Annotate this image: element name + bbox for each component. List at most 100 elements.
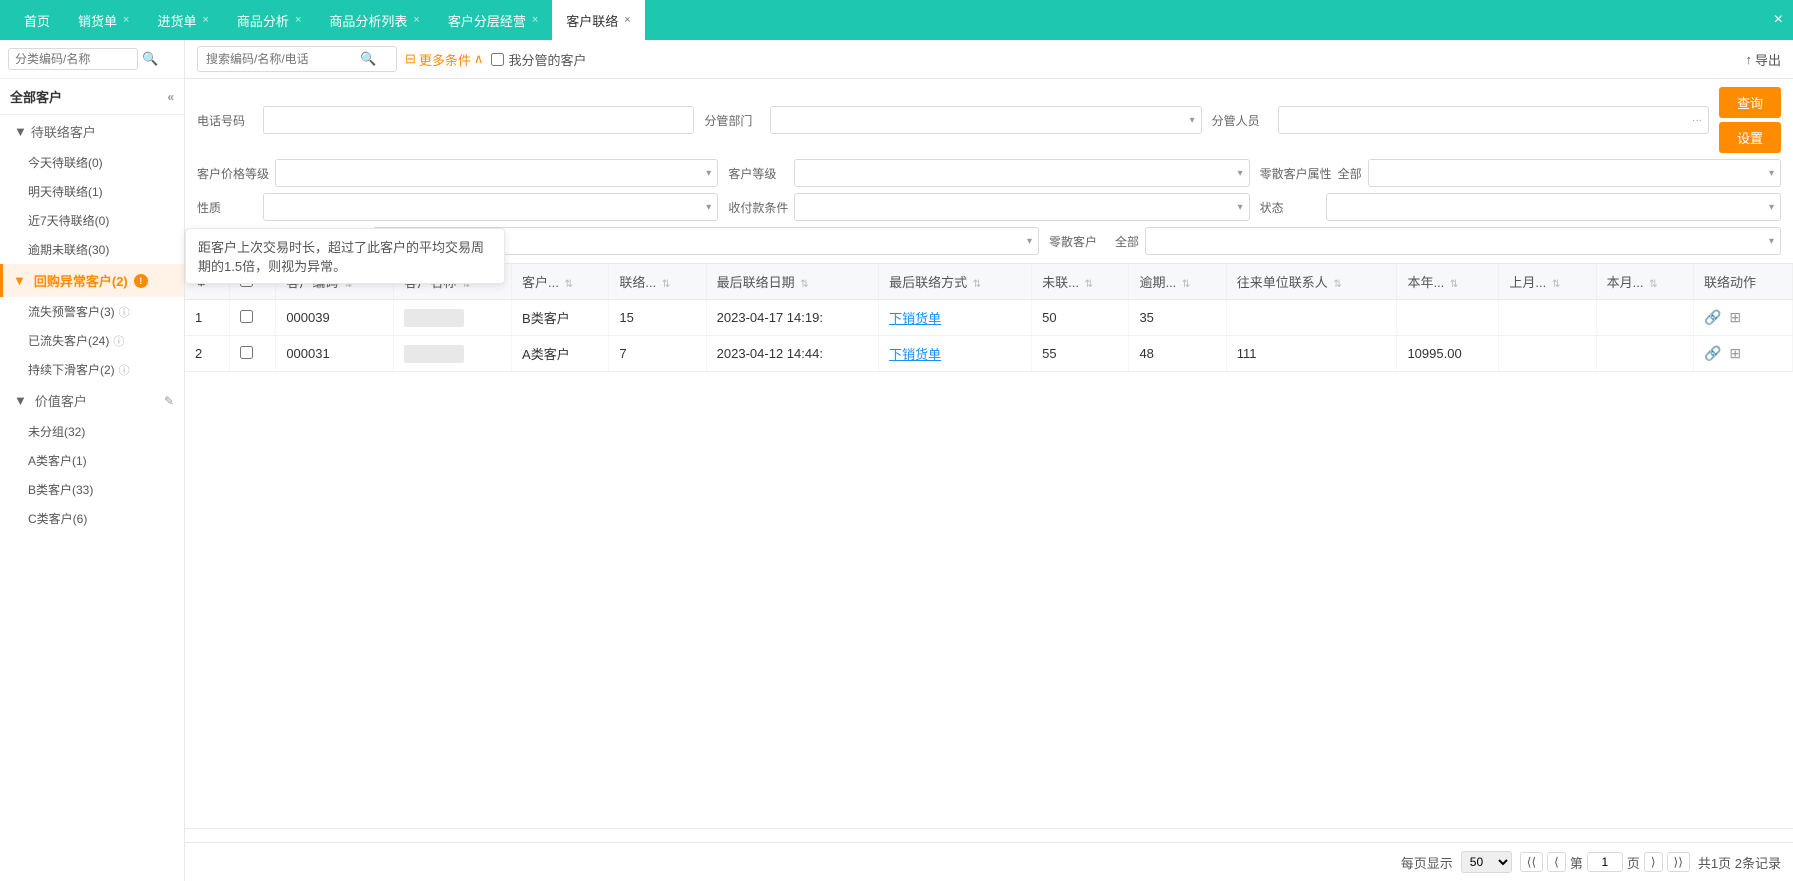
chevron-down-icon: ▾ — [706, 202, 711, 213]
sidebar-item-b-class[interactable]: B类客户(33) — [0, 475, 184, 504]
query-button[interactable]: 查询 — [1719, 87, 1781, 118]
close-icon[interactable]: × — [413, 14, 419, 26]
sidebar-section-value-customers[interactable]: ▼ 价值客户 ✎ — [0, 384, 184, 417]
contact-method-link[interactable]: 下销货单 — [889, 347, 941, 362]
cell-not-contacted: 50 — [1032, 300, 1129, 336]
info-icon: ⓘ — [113, 333, 124, 349]
row-checkbox[interactable] — [240, 310, 253, 323]
search-icon[interactable]: 🔍 — [360, 51, 376, 67]
contact-method-link[interactable]: 下销货单 — [889, 311, 941, 326]
page-number-input[interactable] — [1587, 852, 1623, 872]
info-icon: ⓘ — [119, 362, 130, 378]
table-row: 1 000039 B类客户 15 2023-04-17 14:19: 下销货单 … — [185, 300, 1793, 336]
person-select[interactable]: ··· — [1278, 106, 1709, 134]
nature-select[interactable]: ▾ — [263, 193, 718, 221]
col-this-month: 本月... ⇅ — [1596, 264, 1693, 300]
prev-page-button[interactable]: ⟨ — [1547, 852, 1566, 872]
link-icon[interactable]: 🔗 — [1704, 309, 1721, 326]
filter-phone: 电话号码 — [197, 106, 694, 134]
first-page-button[interactable]: ⟨⟨ — [1520, 852, 1543, 872]
link-icon[interactable]: 🔗 — [1704, 345, 1721, 362]
sidebar-section-pending-contact[interactable]: ▼ 待联络客户 — [0, 115, 184, 148]
col-company-contact: 往来单位联系人 ⇅ — [1226, 264, 1397, 300]
search-icon[interactable]: 🔍 — [142, 51, 158, 67]
filter-row-2: 客户价格等级 ▾ 客户等级 ▾ 零散客户属性 全部 — [197, 159, 1781, 187]
cell-last-contact-method[interactable]: 下销货单 — [879, 336, 1032, 372]
filter-status: 状态 ▾ — [1260, 193, 1781, 221]
filter-payment-terms: 收付款条件 ▾ — [728, 193, 1249, 221]
department-select[interactable]: ▾ — [770, 106, 1201, 134]
nav-product-analysis-list[interactable]: 商品分析列表 × — [315, 0, 433, 40]
cell-this-month — [1596, 336, 1693, 372]
sidebar-item-tomorrow-pending[interactable]: 明天待联络(1) — [0, 177, 184, 206]
sort-icon: ⇅ — [1085, 279, 1093, 290]
all-customers-header: 全部客户 « — [0, 79, 184, 115]
table-body: 1 000039 B类客户 15 2023-04-17 14:19: 下销货单 … — [185, 300, 1793, 372]
customer-tier-select[interactable]: ▾ — [794, 159, 1249, 187]
sidebar-item-ungrouped[interactable]: 未分组(32) — [0, 417, 184, 446]
edit-icon[interactable]: ✎ — [164, 394, 174, 408]
sidebar-section-repurchase-anomaly[interactable]: ▼ 回购异常客户(2) ! — [0, 264, 184, 297]
close-icon[interactable]: × — [624, 14, 630, 26]
sidebar-search-input[interactable] — [8, 48, 138, 70]
search-input[interactable] — [206, 52, 356, 66]
sidebar-item-declining[interactable]: 持续下滑客户(2) ⓘ — [0, 355, 184, 384]
col-actions: 联络动作 — [1693, 264, 1792, 300]
sidebar-item-c-class[interactable]: C类客户(6) — [0, 504, 184, 533]
grid-icon[interactable]: ⊞ — [1729, 309, 1741, 326]
nav-customer-contact[interactable]: 客户联络 × — [552, 0, 644, 40]
nav-product-analysis[interactable]: 商品分析 × — [223, 0, 315, 40]
nav-home[interactable]: 首页 — [10, 0, 64, 40]
next-page-button[interactable]: ⟩ — [1644, 852, 1663, 872]
sidebar-item-already-churned[interactable]: 已流失客户(24) ⓘ — [0, 326, 184, 355]
cell-customer-type: B类客户 — [512, 300, 609, 336]
cell-actions: 🔗 ⊞ — [1693, 300, 1792, 336]
retail-attr-select[interactable]: ▾ — [1368, 159, 1781, 187]
close-icon[interactable]: × — [532, 14, 538, 26]
phone-input[interactable] — [263, 106, 694, 134]
sidebar-item-overdue-pending[interactable]: 逾期未联络(30) — [0, 235, 184, 264]
settings-button[interactable]: 设置 — [1719, 122, 1781, 153]
export-button[interactable]: ↑ 导出 — [1745, 50, 1781, 69]
nav-customer-tier[interactable]: 客户分层经营 × — [434, 0, 552, 40]
cell-customer-name — [394, 336, 512, 372]
nav-sales-order[interactable]: 销货单 × — [64, 0, 143, 40]
grid-icon[interactable]: ⊞ — [1729, 345, 1741, 362]
sort-icon: ⇅ — [1649, 279, 1657, 290]
horizontal-scrollbar[interactable] — [185, 828, 1793, 842]
cell-checkbox — [230, 300, 276, 336]
col-last-contact-date: 最后联络日期 ⇅ — [706, 264, 878, 300]
col-last-contact-method: 最后联络方式 ⇅ — [879, 264, 1032, 300]
main-layout: 🔍 全部客户 « ▼ 待联络客户 今天待联络(0) 明天待联络(1) 近7天待联… — [0, 40, 1793, 881]
cell-company-contact — [1226, 300, 1397, 336]
sidebar-item-7days-pending[interactable]: 近7天待联络(0) — [0, 206, 184, 235]
export-icon: ↑ — [1745, 52, 1752, 67]
col-customer-type: 客户... ⇅ — [512, 264, 609, 300]
sidebar-item-churn-warning[interactable]: 流失预警客户(3) ⓘ — [0, 297, 184, 326]
more-filters-button[interactable]: ⊟ 更多条件 ∧ — [405, 50, 483, 69]
filter-icon: ⊟ — [405, 51, 416, 67]
price-tier-select[interactable]: ▾ — [275, 159, 718, 187]
nav-purchase-order[interactable]: 进货单 × — [143, 0, 222, 40]
cell-overdue: 48 — [1129, 336, 1226, 372]
retail-customer-select[interactable]: ▾ — [1145, 227, 1781, 255]
sidebar-search-area: 🔍 — [0, 40, 184, 79]
sidebar-item-a-class[interactable]: A类客户(1) — [0, 446, 184, 475]
close-icon[interactable]: × — [295, 14, 301, 26]
window-close-button[interactable]: × — [1774, 11, 1783, 29]
close-icon[interactable]: × — [123, 14, 129, 26]
per-page-select[interactable]: 50 100 200 — [1461, 851, 1512, 873]
payment-terms-select[interactable]: ▾ — [794, 193, 1249, 221]
sidebar-item-today-pending[interactable]: 今天待联络(0) — [0, 148, 184, 177]
close-icon[interactable]: × — [202, 14, 208, 26]
chevron-down-icon: ▾ — [1769, 236, 1774, 247]
collapse-button[interactable]: « — [167, 90, 174, 104]
status-select[interactable]: ▾ — [1326, 193, 1781, 221]
col-not-contacted: 未联... ⇅ — [1032, 264, 1129, 300]
last-page-button[interactable]: ⟩⟩ — [1667, 852, 1690, 872]
col-overdue: 逾期... ⇅ — [1129, 264, 1226, 300]
filter-row-1: 电话号码 分管部门 ▾ 分管人员 ··· — [197, 87, 1781, 153]
row-checkbox[interactable] — [240, 346, 253, 359]
cell-last-contact-method[interactable]: 下销货单 — [879, 300, 1032, 336]
my-customers-checkbox[interactable] — [491, 53, 504, 66]
